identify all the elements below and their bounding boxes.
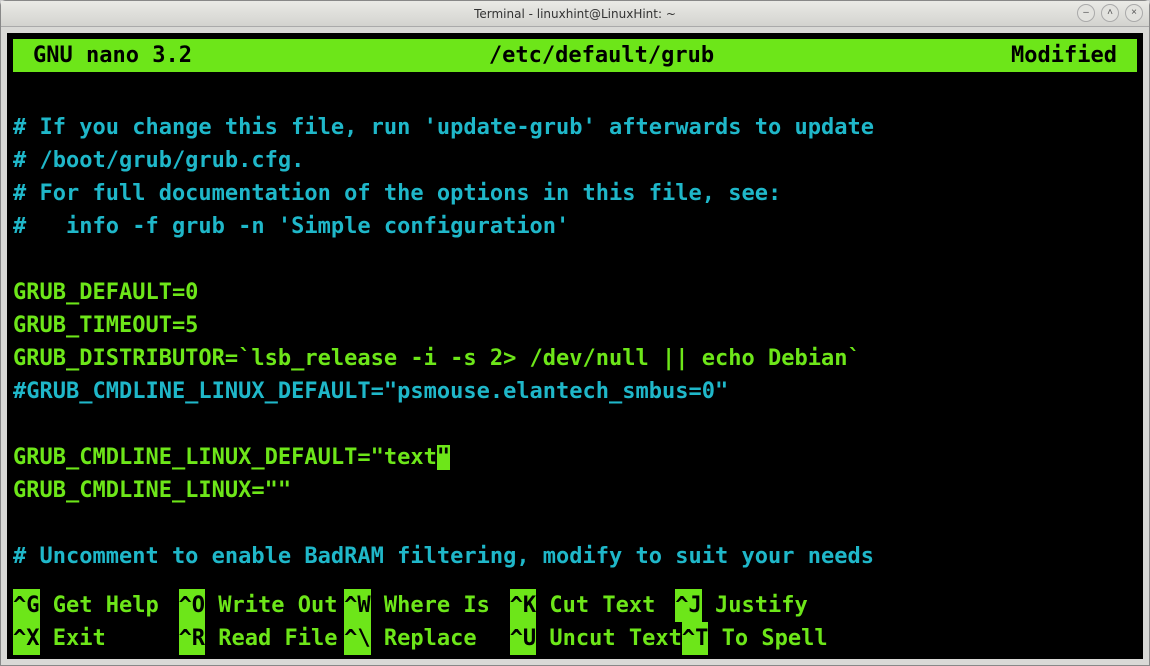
file-line-cursor: GRUB_CMDLINE_LINUX_DEFAULT="text" [13,445,450,470]
window-titlebar: Terminal - linuxhint@LinuxHint: ~ – ˄ × [1,1,1149,27]
shortcut-uncut-text[interactable]: ^U Uncut Text [510,622,682,655]
terminal-viewport[interactable]: GNU nano 3.2 /etc/default/grub Modified … [7,33,1143,659]
window-controls: – ˄ × [1077,4,1143,22]
shortcut-to-spell[interactable]: ^T To Spell [682,622,848,655]
shortcut-get-help[interactable]: ^G Get Help [13,589,179,622]
shortcut-row: ^G Get Help ^O Write Out ^W Where Is ^K … [13,589,1137,622]
nano-shortcut-bar: ^G Get Help ^O Write Out ^W Where Is ^K … [13,589,1137,655]
shortcut-justify[interactable]: ^J Justify [675,589,841,622]
window-title: Terminal - linuxhint@LinuxHint: ~ [474,7,676,21]
nano-header-bar: GNU nano 3.2 /etc/default/grub Modified [13,39,1137,72]
file-line: GRUB_DEFAULT=0 [13,280,198,305]
file-line: GRUB_CMDLINE_LINUX="" [13,478,291,503]
shortcut-replace[interactable]: ^\ Replace [344,622,510,655]
cursor-icon: " [437,445,450,470]
shortcut-cut-text[interactable]: ^K Cut Text [510,589,676,622]
shortcut-write-out[interactable]: ^O Write Out [179,589,345,622]
file-line: # For full documentation of the options … [13,181,781,206]
file-line: # /boot/grub/grub.cfg. [13,148,304,173]
file-line: GRUB_TIMEOUT=5 [13,313,198,338]
shortcut-read-file[interactable]: ^R Read File [179,622,345,655]
maximize-button[interactable]: ˄ [1101,4,1119,22]
shortcut-row: ^X Exit ^R Read File ^\ Replace ^U Uncut… [13,622,1137,655]
shortcut-where-is[interactable]: ^W Where Is [344,589,510,622]
shortcut-exit[interactable]: ^X Exit [13,622,179,655]
file-line: # Uncomment to enable BadRAM filtering, … [13,544,874,569]
nano-version: GNU nano 3.2 [15,39,192,72]
close-button[interactable]: × [1125,4,1143,22]
nano-modified: Modified [1011,39,1135,72]
file-line: #GRUB_CMDLINE_LINUX_DEFAULT="psmouse.ela… [13,379,728,404]
terminal-window: Terminal - linuxhint@LinuxHint: ~ – ˄ × … [0,0,1150,666]
file-line: GRUB_DISTRIBUTOR=`lsb_release -i -s 2> /… [13,346,861,371]
file-line: # If you change this file, run 'update-g… [13,115,874,140]
minimize-button[interactable]: – [1077,4,1095,22]
nano-filename: /etc/default/grub [489,39,714,72]
file-line: # info -f grub -n 'Simple configuration' [13,214,569,239]
nano-editor-content[interactable]: # If you change this file, run 'update-g… [13,78,1137,606]
